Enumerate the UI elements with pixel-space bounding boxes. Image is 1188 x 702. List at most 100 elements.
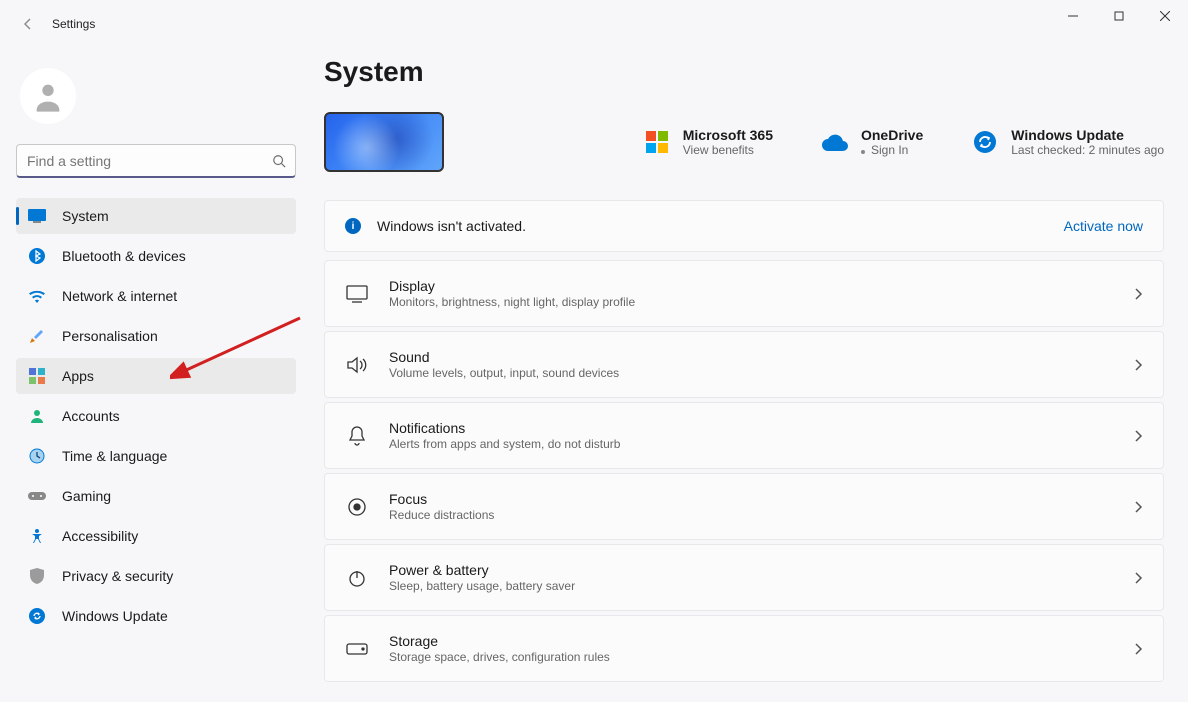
sidebar-item-accounts[interactable]: Accounts	[16, 398, 296, 434]
bluetooth-icon	[28, 247, 46, 265]
sound-icon	[345, 353, 369, 377]
sidebar-item-label: Time & language	[62, 448, 167, 464]
chevron-right-icon	[1133, 642, 1143, 656]
display-icon	[345, 282, 369, 306]
card-sub: Volume levels, output, input, sound devi…	[389, 366, 619, 380]
sidebar-item-label: Privacy & security	[62, 568, 173, 584]
maximize-button[interactable]	[1096, 0, 1142, 32]
search-input[interactable]	[16, 144, 296, 178]
maximize-icon	[1114, 11, 1124, 21]
card-notifications[interactable]: Notifications Alerts from apps and syste…	[324, 402, 1164, 469]
chevron-right-icon	[1133, 429, 1143, 443]
sidebar-item-personalisation[interactable]: Personalisation	[16, 318, 296, 354]
sidebar-item-system[interactable]: System	[16, 198, 296, 234]
minimize-button[interactable]	[1050, 0, 1096, 32]
quicklink-update[interactable]: Windows Update Last checked: 2 minutes a…	[971, 127, 1164, 157]
system-header: Microsoft 365 View benefits OneDrive Sig…	[324, 112, 1164, 172]
chevron-right-icon	[1133, 571, 1143, 585]
sidebar-item-update[interactable]: Windows Update	[16, 598, 296, 634]
activation-banner: i Windows isn't activated. Activate now	[324, 200, 1164, 252]
sidebar-item-bluetooth[interactable]: Bluetooth & devices	[16, 238, 296, 274]
card-storage[interactable]: Storage Storage space, drives, configura…	[324, 615, 1164, 682]
user-block[interactable]	[16, 56, 300, 144]
window-controls	[1050, 0, 1188, 32]
sidebar-nav: System Bluetooth & devices Network & int…	[16, 198, 300, 634]
sidebar-item-label: Gaming	[62, 488, 111, 504]
card-focus[interactable]: Focus Reduce distractions	[324, 473, 1164, 540]
quicklink-sub: Sign In	[861, 143, 923, 157]
sidebar-item-label: Network & internet	[62, 288, 177, 304]
update-icon	[28, 607, 46, 625]
quicklink-sub: Last checked: 2 minutes ago	[1011, 143, 1164, 157]
power-icon	[345, 566, 369, 590]
sidebar-item-network[interactable]: Network & internet	[16, 278, 296, 314]
accounts-icon	[28, 407, 46, 425]
quicklink-title: Windows Update	[1011, 127, 1164, 143]
minimize-icon	[1068, 11, 1078, 21]
gamepad-icon	[28, 487, 46, 505]
sidebar-item-label: Apps	[62, 368, 94, 384]
close-button[interactable]	[1142, 0, 1188, 32]
avatar	[20, 68, 76, 124]
chevron-right-icon	[1133, 358, 1143, 372]
sidebar-item-gaming[interactable]: Gaming	[16, 478, 296, 514]
desktop-thumbnail[interactable]	[324, 112, 444, 172]
card-title: Storage	[389, 633, 610, 649]
sidebar-item-privacy[interactable]: Privacy & security	[16, 558, 296, 594]
banner-text: Windows isn't activated.	[377, 218, 526, 234]
main-content: System Microsoft 365 View benefits	[300, 48, 1188, 702]
chevron-right-icon	[1133, 287, 1143, 301]
card-title: Focus	[389, 491, 494, 507]
quicklink-title: OneDrive	[861, 127, 923, 143]
wifi-icon	[28, 287, 46, 305]
sidebar: System Bluetooth & devices Network & int…	[0, 48, 300, 702]
sidebar-item-time[interactable]: Time & language	[16, 438, 296, 474]
info-icon: i	[345, 218, 361, 234]
chevron-right-icon	[1133, 500, 1143, 514]
sidebar-item-label: Bluetooth & devices	[62, 248, 186, 264]
card-sub: Alerts from apps and system, do not dist…	[389, 437, 620, 451]
page-title: System	[324, 56, 1164, 88]
shield-icon	[28, 567, 46, 585]
back-arrow-icon	[20, 16, 36, 32]
sidebar-item-label: System	[62, 208, 109, 224]
sidebar-item-label: Personalisation	[62, 328, 158, 344]
search-icon	[272, 154, 286, 168]
card-display[interactable]: Display Monitors, brightness, night ligh…	[324, 260, 1164, 327]
activate-link[interactable]: Activate now	[1064, 218, 1143, 234]
sidebar-item-apps[interactable]: Apps	[16, 358, 296, 394]
card-sub: Reduce distractions	[389, 508, 494, 522]
card-sub: Sleep, battery usage, battery saver	[389, 579, 575, 593]
search-wrap	[16, 144, 296, 178]
card-power[interactable]: Power & battery Sleep, battery usage, ba…	[324, 544, 1164, 611]
sidebar-item-label: Accessibility	[62, 528, 138, 544]
card-title: Sound	[389, 349, 619, 365]
title-bar: Settings	[0, 0, 1188, 48]
m365-icon	[643, 128, 671, 156]
apps-icon	[28, 367, 46, 385]
card-sub: Monitors, brightness, night light, displ…	[389, 295, 635, 309]
sidebar-item-accessibility[interactable]: Accessibility	[16, 518, 296, 554]
bell-icon	[345, 424, 369, 448]
sidebar-item-label: Windows Update	[62, 608, 168, 624]
user-icon	[31, 79, 65, 113]
accessibility-icon	[28, 527, 46, 545]
settings-cards: Display Monitors, brightness, night ligh…	[324, 260, 1164, 682]
card-sound[interactable]: Sound Volume levels, output, input, soun…	[324, 331, 1164, 398]
onedrive-icon	[821, 128, 849, 156]
card-title: Display	[389, 278, 635, 294]
storage-icon	[345, 637, 369, 661]
quicklink-title: Microsoft 365	[683, 127, 773, 143]
sidebar-item-label: Accounts	[62, 408, 120, 424]
quicklink-onedrive[interactable]: OneDrive Sign In	[821, 127, 923, 157]
quicklink-sub: View benefits	[683, 143, 773, 157]
update-icon	[971, 128, 999, 156]
card-sub: Storage space, drives, configuration rul…	[389, 650, 610, 664]
focus-icon	[345, 495, 369, 519]
paintbrush-icon	[28, 327, 46, 345]
system-icon	[28, 207, 46, 225]
quicklink-m365[interactable]: Microsoft 365 View benefits	[643, 127, 773, 157]
clock-icon	[28, 447, 46, 465]
card-title: Power & battery	[389, 562, 575, 578]
back-button[interactable]	[16, 12, 40, 36]
